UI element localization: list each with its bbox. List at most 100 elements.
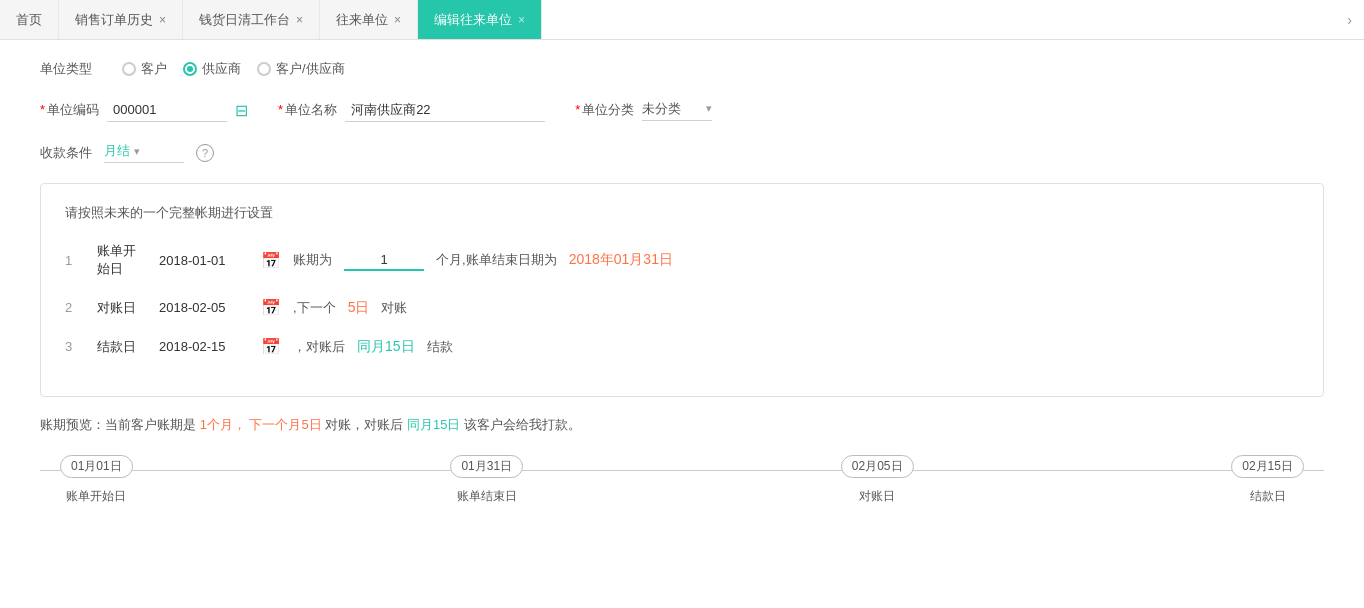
radio-circle-supplier [183,62,197,76]
period-end-date: 2018年01月31日 [569,251,673,269]
row-num-3: 3 [65,339,85,354]
period-input[interactable] [344,250,424,271]
preview-part1: 1个月， [200,417,246,432]
required-star2: * [278,102,283,117]
tab-cash-ledger[interactable]: 钱货日清工作台 × [183,0,320,39]
radio-supplier-label: 供应商 [202,60,241,78]
row-date-3: 2018-02-15 [159,339,249,354]
unit-type-radio-group: 客户 供应商 客户/供应商 [122,60,345,78]
chevron-down-icon: ▾ [706,102,712,115]
setting-row-3: 3 结款日 2018-02-15 📅 ，对账后 同月15日 结款 [65,337,1299,356]
tab-expand-button[interactable]: › [1335,0,1364,39]
row-num-2: 2 [65,300,85,315]
timeline-label-1: 账单开始日 [66,488,126,505]
calendar-icon-3[interactable]: 📅 [261,337,281,356]
help-icon[interactable]: ? [196,144,214,162]
box-title: 请按照未来的一个完整帐期进行设置 [65,204,1299,222]
period-unit-1: 个月,账单结束日期为 [436,251,557,269]
main-content: 单位类型 客户 供应商 客户/供应商 *单位编码 ⊟ [0,40,1364,608]
row-desc-2c: 对账 [381,299,407,317]
preview-part3: 对账，对账后 [325,417,403,432]
timeline-badge-1: 01月01日 [60,455,133,478]
timeline-label-3: 对账日 [859,488,895,505]
timeline-node-1: 01月01日 账单开始日 [60,460,133,505]
unit-code-label: *单位编码 [40,101,99,119]
row-type-3: 结款日 [97,338,147,356]
payment-condition-value: 月结 [104,142,130,160]
timeline-nodes: 01月01日 账单开始日 01月31日 账单结束日 02月05日 对账日 02月… [60,460,1304,505]
timeline-label-4: 结款日 [1250,488,1286,505]
unit-type-label: 单位类型 [40,60,92,78]
tab-cash-ledger-label: 钱货日清工作台 [199,11,290,29]
payment-condition-select[interactable]: 月结 ▾ [104,142,184,163]
row-date-2: 2018-02-05 [159,300,249,315]
calendar-icon-1[interactable]: 📅 [261,251,281,270]
unit-info-row: *单位编码 ⊟ *单位名称 *单位分类 未分类 ▾ [40,98,1324,122]
timeline-node-4: 02月15日 结款日 [1231,460,1304,505]
chevron-right-icon: › [1347,12,1352,28]
close-icon[interactable]: × [159,13,166,27]
copy-icon[interactable]: ⊟ [235,101,248,120]
unit-category-value: 未分类 [642,100,702,118]
unit-name-input[interactable] [345,98,545,122]
tab-home-label: 首页 [16,11,42,29]
radio-customer-label: 客户 [141,60,167,78]
tab-home[interactable]: 首页 [0,0,59,39]
tab-partner-unit[interactable]: 往来单位 × [320,0,418,39]
preview-part4: 同月15日 [407,417,460,432]
row-desc-3b: 同月15日 [357,338,415,356]
setting-row-1: 1 账单开始日 2018-01-01 📅 账期为 个月,账单结束日期为 2018… [65,242,1299,278]
tab-edit-partner-label: 编辑往来单位 [434,11,512,29]
row-type-1: 账单开始日 [97,242,147,278]
row-desc-2b: 5日 [348,299,370,317]
unit-category-label: *单位分类 [575,101,634,119]
unit-code-field: *单位编码 ⊟ [40,98,248,122]
payment-condition-row: 收款条件 月结 ▾ ? [40,142,1324,163]
radio-customer[interactable]: 客户 [122,60,167,78]
radio-circle-customer [122,62,136,76]
row-desc-3a: ，对账后 [293,338,345,356]
timeline-label-2: 账单结束日 [457,488,517,505]
unit-category-select[interactable]: 未分类 ▾ [642,100,712,121]
preview-label: 账期预览：当前客户账期是 [40,417,196,432]
payment-condition-label: 收款条件 [40,144,92,162]
tab-sales-history[interactable]: 销售订单历史 × [59,0,183,39]
required-star3: * [575,102,580,117]
tab-sales-history-label: 销售订单历史 [75,11,153,29]
row-type-2: 对账日 [97,299,147,317]
timeline-node-3: 02月05日 对账日 [841,460,914,505]
timeline-badge-3: 02月05日 [841,455,914,478]
row-desc-2a: ,下一个 [293,299,336,317]
radio-both[interactable]: 客户/供应商 [257,60,345,78]
tab-bar: 首页 销售订单历史 × 钱货日清工作台 × 往来单位 × 编辑往来单位 × › [0,0,1364,40]
timeline-badge-2: 01月31日 [450,455,523,478]
setting-row-2: 2 对账日 2018-02-05 📅 ,下一个 5日 对账 [65,298,1299,317]
unit-name-field: *单位名称 [278,98,545,122]
unit-name-label: *单位名称 [278,101,337,119]
row-date-1: 2018-01-01 [159,253,249,268]
close-icon[interactable]: × [296,13,303,27]
timeline-badge-4: 02月15日 [1231,455,1304,478]
radio-supplier[interactable]: 供应商 [183,60,241,78]
required-star: * [40,102,45,117]
chevron-down-icon2: ▾ [134,145,140,158]
period-setting-box: 请按照未来的一个完整帐期进行设置 1 账单开始日 2018-01-01 📅 账期… [40,183,1324,397]
close-icon[interactable]: × [394,13,401,27]
radio-circle-both [257,62,271,76]
unit-category-field: *单位分类 未分类 ▾ [575,100,712,121]
tab-partner-unit-label: 往来单位 [336,11,388,29]
preview-section: 账期预览：当前客户账期是 1个月， 下一个月5日 对账，对账后 同月15日 该客… [40,413,1324,436]
close-icon[interactable]: × [518,13,525,27]
calendar-icon-2[interactable]: 📅 [261,298,281,317]
timeline-wrapper: 01月01日 账单开始日 01月31日 账单结束日 02月05日 对账日 02月… [40,460,1324,505]
row-num-1: 1 [65,253,85,268]
unit-code-input[interactable] [107,98,227,122]
preview-part2: 下一个月5日 [249,417,321,432]
row-desc-3c: 结款 [427,338,453,356]
radio-both-label: 客户/供应商 [276,60,345,78]
unit-type-row: 单位类型 客户 供应商 客户/供应商 [40,60,1324,78]
tab-edit-partner[interactable]: 编辑往来单位 × [418,0,542,39]
row-suffix-1: 账期为 [293,251,332,269]
preview-part5: 该客户会给我打款。 [464,417,581,432]
timeline-node-2: 01月31日 账单结束日 [450,460,523,505]
